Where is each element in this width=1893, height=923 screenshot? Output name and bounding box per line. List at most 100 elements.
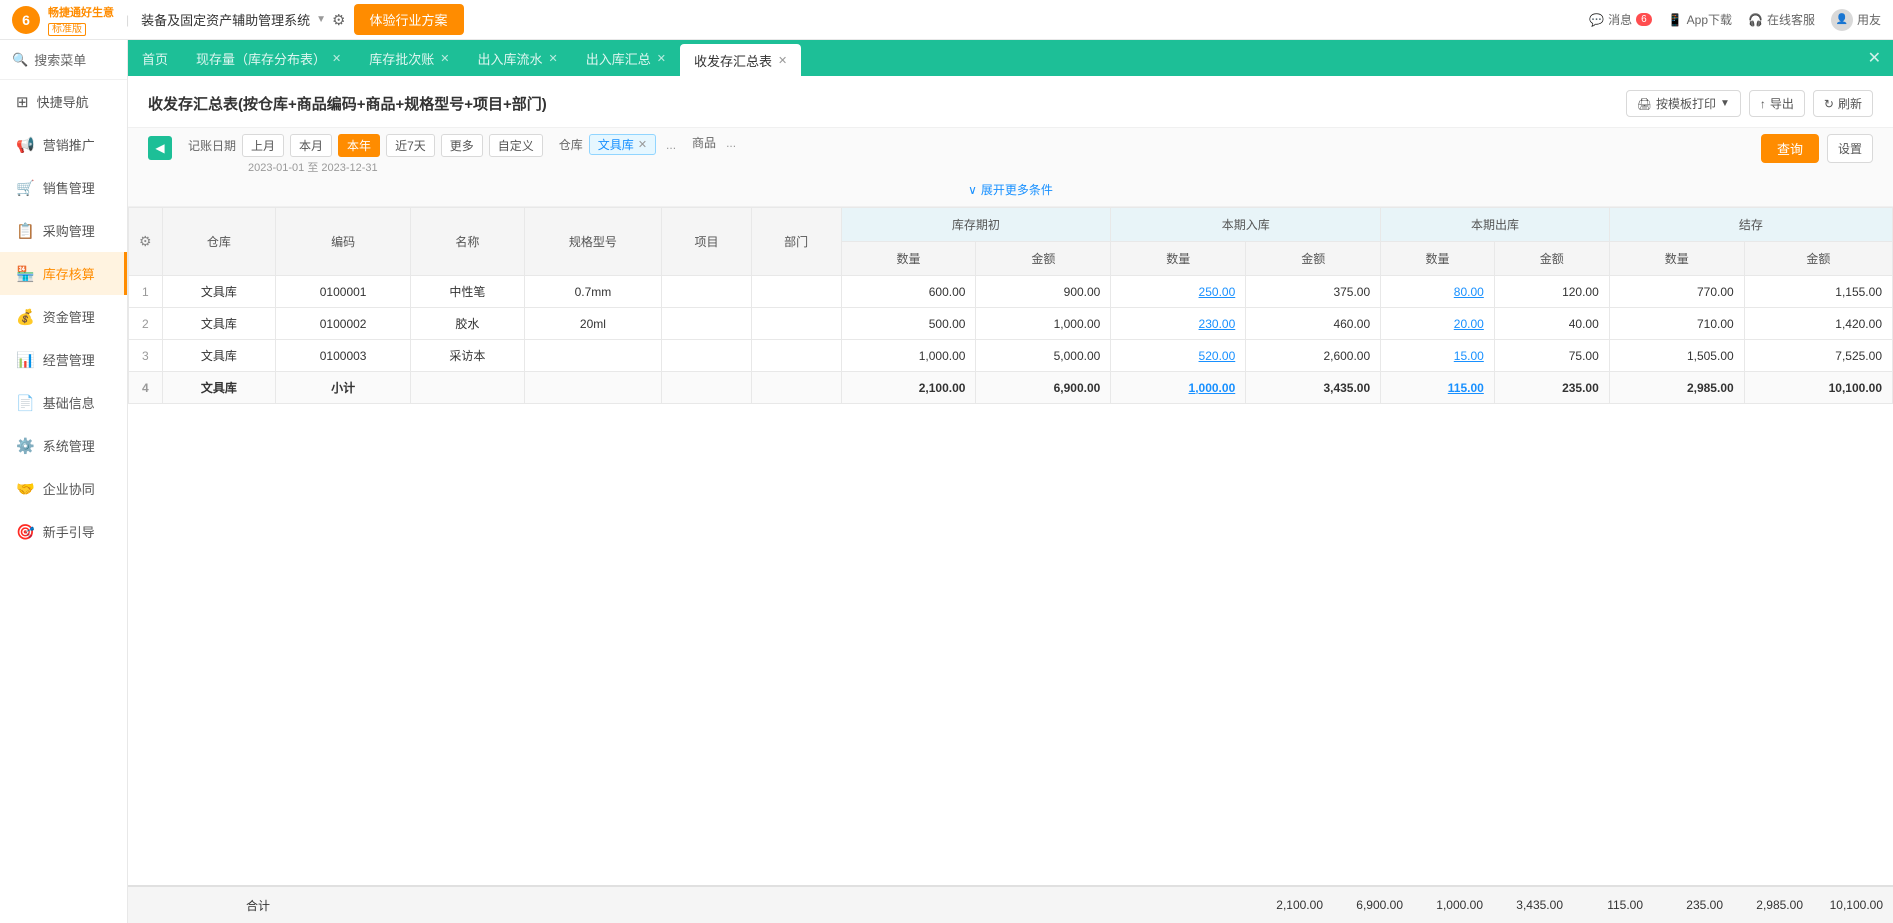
remove-warehouse-tag[interactable]: ✕ — [638, 138, 647, 151]
subtotal-balance-qty: 2,985.00 — [1609, 372, 1744, 404]
goods-filter: 商品 ... — [692, 134, 736, 151]
expand-button[interactable]: ∨ 展开更多条件 — [968, 181, 1053, 198]
subtotal-in-qty[interactable]: 1,000.00 — [1111, 372, 1246, 404]
goods-more[interactable]: ... — [726, 136, 736, 150]
headset-icon: 🎧 — [1748, 13, 1763, 27]
row-3-name: 采访本 — [411, 340, 525, 372]
query-button[interactable]: 查询 — [1761, 134, 1819, 163]
sidebar-item-sales[interactable]: 🛒 销售管理 — [0, 166, 127, 209]
sidebar-search[interactable]: 🔍 搜索菜单 — [0, 40, 127, 80]
page-title: 收发存汇总表(按仓库+商品编码+商品+规格型号+项目+部门) — [148, 93, 547, 114]
date-btn-this-month[interactable]: 本月 — [290, 134, 332, 157]
th-out-qty: 数量 — [1381, 242, 1495, 276]
print-button[interactable]: 🖨 按模板打印 ▼ — [1626, 90, 1741, 117]
sidebar-item-purchase[interactable]: 📋 采购管理 — [0, 209, 127, 252]
filter-actions: 查询 设置 — [1761, 134, 1873, 163]
row-2-balance-amt: 1,420.00 — [1744, 308, 1892, 340]
tab-flow-close[interactable]: ✕ — [549, 52, 558, 65]
sidebar-item-quick-nav[interactable]: ⊞ 快捷导航 — [0, 80, 127, 123]
th-project: 项目 — [662, 208, 752, 276]
tab-stock[interactable]: 现存量（库存分布表） ✕ — [182, 40, 355, 76]
warehouse-tag: 文具库 ✕ — [589, 134, 656, 155]
print-icon: 🖨 — [1637, 97, 1652, 111]
total-out-qty: 115.00 — [1573, 898, 1653, 912]
top-bar: 6 畅捷通好生意 标准版 | 装备及固定资产辅助管理系统 ▼ ⚙ 体验行业方案 … — [0, 0, 1893, 40]
subtotal-empty3 — [662, 372, 752, 404]
date-btn-7days[interactable]: 近7天 — [386, 134, 435, 157]
message-badge: 6 — [1636, 13, 1652, 26]
user-action[interactable]: 👤 用友 — [1831, 9, 1881, 31]
row-3-in-qty[interactable]: 520.00 — [1111, 340, 1246, 372]
total-label: 合计 — [148, 897, 368, 914]
th-balance-amt: 金额 — [1744, 242, 1892, 276]
app-tagline: 畅捷通好生意 — [48, 4, 114, 20]
top-bar-system: 装备及固定资产辅助管理系统 ▼ ⚙ — [141, 10, 345, 29]
date-btn-this-year[interactable]: 本年 — [338, 134, 380, 157]
subtotal-empty2 — [524, 372, 662, 404]
total-balance-amt: 10,100.00 — [1813, 898, 1893, 912]
sidebar-item-system[interactable]: ⚙️ 系统管理 — [0, 424, 127, 467]
row-1-opening-qty: 600.00 — [841, 276, 976, 308]
th-warehouse: 仓库 — [162, 208, 276, 276]
row-3-out-qty[interactable]: 15.00 — [1381, 340, 1495, 372]
try-button[interactable]: 体验行业方案 — [354, 4, 464, 35]
th-in: 本期入库 — [1111, 208, 1381, 242]
subtotal-out-qty[interactable]: 115.00 — [1381, 372, 1495, 404]
th-in-qty: 数量 — [1111, 242, 1246, 276]
row-2-in-qty[interactable]: 230.00 — [1111, 308, 1246, 340]
row-2-code: 0100002 — [276, 308, 411, 340]
filter-settings-button[interactable]: 设置 — [1827, 134, 1873, 163]
tab-collection-close[interactable]: ✕ — [778, 54, 787, 67]
tab-home[interactable]: 首页 — [128, 40, 182, 76]
row-1-out-qty[interactable]: 80.00 — [1381, 276, 1495, 308]
tab-batch-close[interactable]: ✕ — [440, 52, 449, 65]
col-settings-header[interactable]: ⚙ — [129, 208, 163, 276]
user-avatar: 👤 — [1831, 9, 1853, 31]
export-button[interactable]: ↑ 导出 — [1749, 90, 1805, 117]
date-btn-more[interactable]: 更多 — [441, 134, 483, 157]
date-btn-last-month[interactable]: 上月 — [242, 134, 284, 157]
refresh-button[interactable]: ↻ 刷新 — [1813, 90, 1873, 117]
sidebar-item-operations[interactable]: 📊 经营管理 — [0, 338, 127, 381]
sidebar-item-basic[interactable]: 📄 基础信息 — [0, 381, 127, 424]
row-1-name: 中性笔 — [411, 276, 525, 308]
close-all-tabs[interactable]: ✕ — [1856, 48, 1893, 68]
tab-stock-close[interactable]: ✕ — [332, 52, 341, 65]
warehouse-more[interactable]: ... — [666, 138, 676, 152]
th-code: 编码 — [276, 208, 411, 276]
online-service-action[interactable]: 🎧 在线客服 — [1748, 11, 1815, 28]
row-1-opening-amt: 900.00 — [976, 276, 1111, 308]
row-1-in-qty[interactable]: 250.00 — [1111, 276, 1246, 308]
th-out-amt: 金额 — [1494, 242, 1609, 276]
app-download-action[interactable]: 📱 App下载 — [1668, 11, 1732, 28]
total-balance-qty: 2,985.00 — [1733, 898, 1813, 912]
date-btn-custom[interactable]: 自定义 — [489, 134, 543, 157]
date-label: 记账日期 — [188, 137, 236, 154]
sidebar-item-inventory[interactable]: 🏪 库存核算 — [0, 252, 127, 295]
tab-flow[interactable]: 出入库流水 ✕ — [463, 40, 571, 76]
row-2-out-qty[interactable]: 20.00 — [1381, 308, 1495, 340]
tab-summary[interactable]: 出入库汇总 ✕ — [572, 40, 680, 76]
tab-batch[interactable]: 库存批次账 ✕ — [355, 40, 463, 76]
search-icon: 🔍 — [12, 52, 28, 68]
tab-collection[interactable]: 收发存汇总表 ✕ — [680, 44, 801, 76]
row-2-no: 2 — [129, 308, 163, 340]
message-action[interactable]: 💬 消息 6 — [1589, 11, 1652, 28]
gear-icon[interactable]: ⚙ — [332, 11, 345, 29]
subtotal-warehouse: 文具库 — [162, 372, 276, 404]
basic-icon: 📄 — [16, 394, 35, 412]
page-header: 收发存汇总表(按仓库+商品编码+商品+规格型号+项目+部门) 🖨 按模板打印 ▼… — [128, 76, 1893, 127]
sidebar-item-cooperation[interactable]: 🤝 企业协同 — [0, 467, 127, 510]
sidebar-item-guide[interactable]: 🎯 新手引导 — [0, 510, 127, 553]
subtotal-opening-amt: 6,900.00 — [976, 372, 1111, 404]
top-bar-actions: 💬 消息 6 📱 App下载 🎧 在线客服 👤 用友 — [1589, 9, 1881, 31]
phone-icon: 📱 — [1668, 13, 1683, 27]
sidebar-item-marketing[interactable]: 📢 营销推广 — [0, 123, 127, 166]
row-3-code: 0100003 — [276, 340, 411, 372]
tab-summary-close[interactable]: ✕ — [657, 52, 666, 65]
sidebar-item-finance[interactable]: 💰 资金管理 — [0, 295, 127, 338]
table-container: ⚙ 仓库 编码 名称 规格型号 项目 部门 库存期初 本期入库 本期出库 — [128, 207, 1893, 454]
th-opening-amt: 金额 — [976, 242, 1111, 276]
filter-toggle[interactable]: ◀ — [148, 136, 172, 160]
row-1-in-amt: 375.00 — [1246, 276, 1381, 308]
